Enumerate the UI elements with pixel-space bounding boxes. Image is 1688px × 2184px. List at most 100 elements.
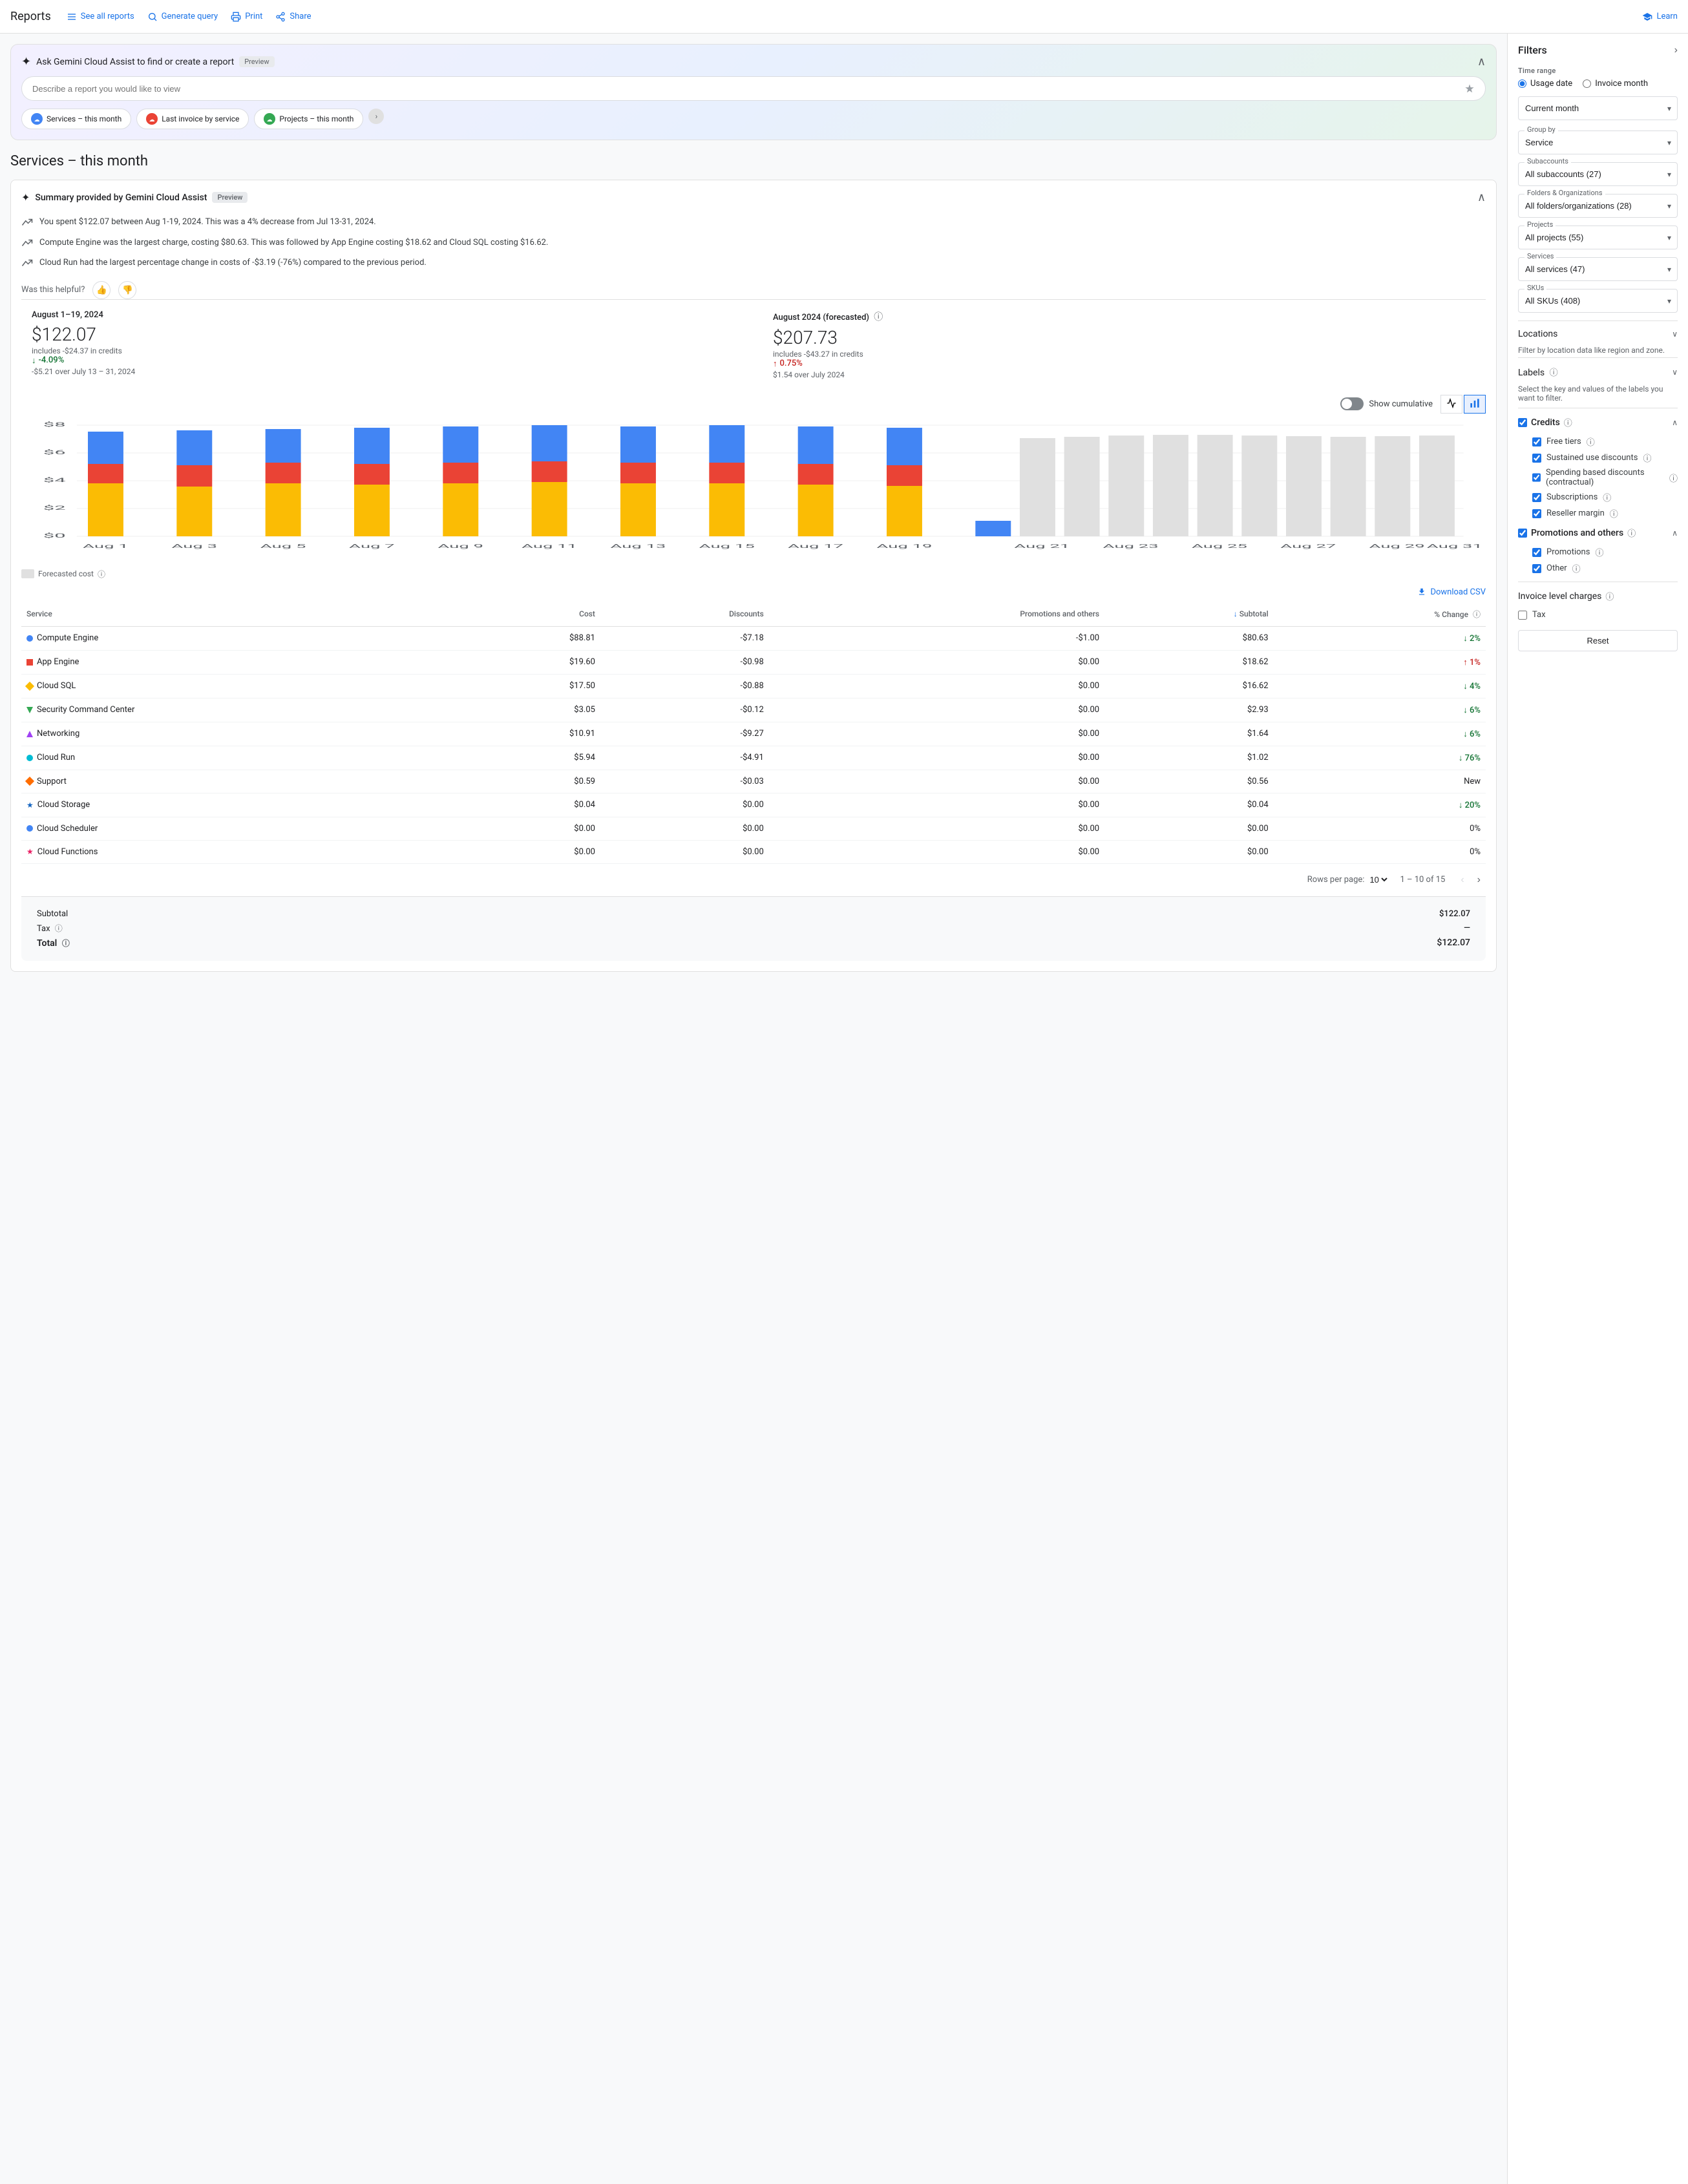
skus-select[interactable]: All SKUs (408) [1518,289,1678,313]
cumulative-toggle: Show cumulative [1340,397,1433,410]
trend-icon-1 [21,216,33,228]
helpful-row: Was this helpful? 👍 👎 [21,281,1486,299]
gcp-invoice-icon: ☁ [146,113,158,125]
cost-cell: $17.50 [465,674,600,698]
cost-cell: $19.60 [465,650,600,674]
subscriptions-info-icon: ⓘ [1603,491,1611,503]
group-by-select[interactable]: Service [1518,131,1678,154]
line-chart-button[interactable] [1440,395,1462,414]
free-tiers-checkbox[interactable] [1532,437,1541,446]
print-link[interactable]: Print [231,12,262,22]
svg-text:☁: ☁ [267,117,273,123]
credits-expand-icon: ∧ [1672,418,1678,427]
svg-text:Aug 27: Aug 27 [1280,543,1336,549]
totals-row: Subtotal $122.07 Tax ⓘ — Total ⓘ [21,896,1486,961]
total-row: Total ⓘ $122.07 [32,936,1475,950]
gemini-collapse-button[interactable]: ∧ [1477,55,1486,68]
service-name-cell: Cloud Run [21,746,465,770]
cumulative-toggle-switch[interactable] [1340,397,1364,410]
chips-arrow-button[interactable]: › [368,109,384,124]
tax-checkbox[interactable] [1518,611,1527,620]
service-name-cell: Security Command Center [21,698,465,722]
filters-expand-button[interactable]: › [1674,45,1678,56]
filters-panel: Filters › Time range Usage date Invoice … [1507,34,1688,2184]
current-note: includes -$24.37 in credits [32,346,734,355]
download-csv-button[interactable]: Download CSV [1417,587,1486,597]
prev-page-button[interactable]: ‹ [1455,872,1469,888]
free-tiers-info-icon: ⓘ [1587,436,1595,448]
learn-link[interactable]: Learn [1642,12,1678,22]
pct-change-cell: ↓ 76% [1274,746,1486,770]
generate-query-link[interactable]: Generate query [147,12,218,22]
folders-select[interactable]: All folders/organizations (28) [1518,194,1678,218]
invoice-section: Invoice level charges ⓘ Tax [1518,582,1678,622]
chip-projects-month[interactable]: ☁ Projects – this month [254,109,363,129]
svg-text:Aug 25: Aug 25 [1192,543,1247,549]
summary-bullet-2: Compute Engine was the largest charge, c… [21,233,1486,253]
gcp-services-icon: ☁ [31,113,43,125]
labels-label-text: Labels ⓘ [1518,366,1558,378]
chip-services-month[interactable]: ☁ Services – this month [21,109,131,129]
table-row: Support $0.59 -$0.03 $0.00 $0.56 New [21,770,1486,793]
services-select-wrapper: Services All services (47) [1518,257,1678,281]
credits-checkbox[interactable] [1518,418,1527,427]
invoice-month-option[interactable]: Invoice month [1583,79,1648,89]
chip-last-invoice[interactable]: ☁ Last invoice by service [136,109,249,129]
subtotal-cell: $80.63 [1104,626,1274,650]
forecast-period: August 2024 (forecasted) ⓘ [773,310,1475,323]
promotions-expand-icon: ∧ [1672,529,1678,538]
svg-text:Aug 5: Aug 5 [260,543,306,549]
labels-header[interactable]: Labels ⓘ ∨ [1518,366,1678,378]
sustained-use-info-icon: ⓘ [1643,452,1651,464]
rows-per-page-select[interactable]: 10 25 50 [1367,874,1389,885]
labels-sub: Select the key and values of the labels … [1518,384,1678,403]
subscriptions-checkbox[interactable] [1532,493,1541,502]
app-title: Reports [10,10,51,23]
summary-collapse-button[interactable]: ∧ [1477,191,1486,204]
svg-text:Aug 31: Aug 31 [1427,543,1482,549]
projects-select[interactable]: All projects (55) [1518,226,1678,249]
pct-change-cell: ↓ 6% [1274,722,1486,746]
summary-card: ✦ Summary provided by Gemini Cloud Assis… [10,180,1497,972]
svg-text:☁: ☁ [34,117,40,123]
reset-button[interactable]: Reset [1518,630,1678,651]
reseller-margin-checkbox[interactable] [1532,509,1541,518]
invoice-month-radio[interactable] [1583,79,1591,88]
cost-cell: $0.59 [465,770,600,793]
see-all-reports-link[interactable]: See all reports [67,12,134,22]
current-change-note: -$5.21 over July 13 – 31, 2024 [32,367,734,376]
subtotal-cell: $16.62 [1104,674,1274,698]
usage-date-radio[interactable] [1518,79,1526,88]
skus-label: SKUs [1524,284,1546,292]
cost-cell: $88.81 [465,626,600,650]
current-change: ↓ -4.09% [32,355,734,366]
stats-row: August 1–19, 2024 $122.07 includes -$24.… [21,299,1486,390]
col-service: Service [21,602,465,627]
promotions-checkbox[interactable] [1532,548,1541,557]
thumbdown-button[interactable]: 👎 [118,281,136,299]
promotions-cell: $0.00 [769,722,1104,746]
promotions-others-checkbox[interactable] [1518,529,1527,538]
services-select[interactable]: All services (47) [1518,257,1678,281]
table-row: ★Cloud Functions $0.00 $0.00 $0.00 $0.00… [21,840,1486,863]
gemini-search-input[interactable] [32,84,1464,94]
folders-label: Folders & Organizations [1524,189,1605,197]
spending-based-checkbox[interactable] [1532,473,1541,482]
summary-bullet-3: Cloud Run had the largest percentage cha… [21,253,1486,273]
other-checkbox[interactable] [1532,564,1541,573]
share-link[interactable]: Share [275,12,311,22]
thumbup-button[interactable]: 👍 [92,281,111,299]
next-page-button[interactable]: › [1472,872,1486,888]
discounts-cell: -$4.91 [600,746,769,770]
locations-header[interactable]: Locations ∨ [1518,329,1678,339]
summary-title: ✦ Summary provided by Gemini Cloud Assis… [21,191,248,204]
services-table: Service Cost Discounts Promotions and ot… [21,602,1486,864]
bar-chart-button[interactable] [1464,395,1486,414]
subaccounts-select[interactable]: All subaccounts (27) [1518,162,1678,186]
chart-controls: Show cumulative [21,390,1486,419]
quick-chips: ☁ Services – this month ☁ Last invoice b… [21,109,1486,129]
pagination: Rows per page: 10 25 50 1 – 10 of 15 ‹ › [21,864,1486,896]
usage-date-option[interactable]: Usage date [1518,79,1572,89]
sustained-use-checkbox[interactable] [1532,454,1541,463]
current-month-select[interactable]: Current month [1518,96,1678,120]
